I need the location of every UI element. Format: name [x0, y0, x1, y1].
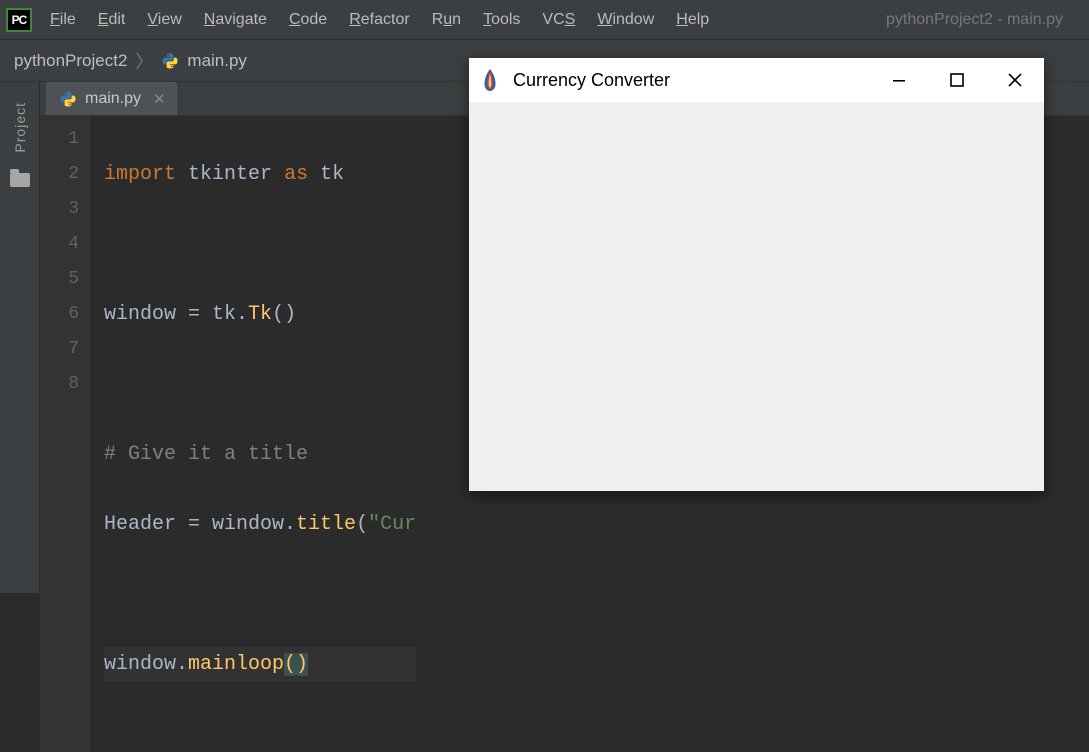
menu-navigate[interactable]: Navigate — [204, 11, 267, 29]
menu-edit[interactable]: Edit — [98, 11, 126, 29]
window-title: pythonProject2 - main.py — [886, 11, 1083, 29]
tab-close-icon[interactable]: ✕ — [153, 90, 166, 108]
code-line: window.mainloop() — [104, 647, 416, 682]
breadcrumb-project[interactable]: pythonProject2 — [14, 51, 127, 71]
code-line: # Give it a title — [104, 437, 416, 472]
menu-run[interactable]: Run — [432, 11, 461, 29]
code-line: import tkinter as tk — [104, 157, 416, 192]
editor-tab-main[interactable]: main.py ✕ — [46, 82, 177, 115]
code-area[interactable]: import tkinter as tk window = tk.Tk() # … — [90, 116, 428, 752]
folder-icon[interactable] — [10, 173, 30, 187]
python-file-icon — [59, 90, 77, 108]
code-line — [104, 367, 416, 402]
code-line: Header = window.title("Cur — [104, 507, 416, 542]
tkinter-window-title: Currency Converter — [513, 70, 670, 91]
code-line — [104, 577, 416, 612]
left-tool-strip: Project — [0, 82, 40, 593]
app-logo: PC — [6, 8, 32, 32]
line-number: 1 — [40, 122, 79, 157]
line-number: 5 — [40, 262, 79, 297]
breadcrumb-project-label: pythonProject2 — [14, 51, 127, 71]
python-file-icon — [161, 52, 179, 70]
menu-vcs[interactable]: VCS — [542, 11, 575, 29]
line-number: 7 — [40, 332, 79, 367]
line-number: 2 — [40, 157, 79, 192]
menu-view[interactable]: View — [147, 11, 181, 29]
menu-help[interactable]: Help — [676, 11, 709, 29]
menu-file[interactable]: File — [50, 11, 76, 29]
code-line: window = tk.Tk() — [104, 297, 416, 332]
breadcrumb-file[interactable]: main.py — [161, 51, 247, 71]
minimize-button[interactable] — [870, 58, 928, 102]
line-number: 8 — [40, 367, 79, 402]
line-number: 3 — [40, 192, 79, 227]
tkinter-window-controls — [870, 58, 1044, 102]
line-number: 4 — [40, 227, 79, 262]
line-number: 6 — [40, 297, 79, 332]
line-number-gutter: 1 2 3 4 5 6 7 8 — [40, 116, 90, 752]
close-button[interactable] — [986, 58, 1044, 102]
project-tool-tab[interactable]: Project — [12, 102, 28, 153]
menu-refactor[interactable]: Refactor — [349, 11, 409, 29]
maximize-button[interactable] — [928, 58, 986, 102]
breadcrumb-separator: 〉 — [135, 48, 153, 74]
breadcrumb-file-label: main.py — [187, 51, 247, 71]
editor-tab-label: main.py — [85, 90, 141, 108]
menu-window[interactable]: Window — [597, 11, 654, 29]
menu-bar: PC File Edit View Navigate Code Refactor… — [0, 0, 1089, 40]
menu-tools[interactable]: Tools — [483, 11, 520, 29]
tk-feather-icon — [481, 69, 499, 91]
menu-code[interactable]: Code — [289, 11, 327, 29]
code-line — [104, 227, 416, 262]
tkinter-window[interactable]: Currency Converter — [469, 58, 1044, 491]
tkinter-titlebar[interactable]: Currency Converter — [469, 58, 1044, 102]
